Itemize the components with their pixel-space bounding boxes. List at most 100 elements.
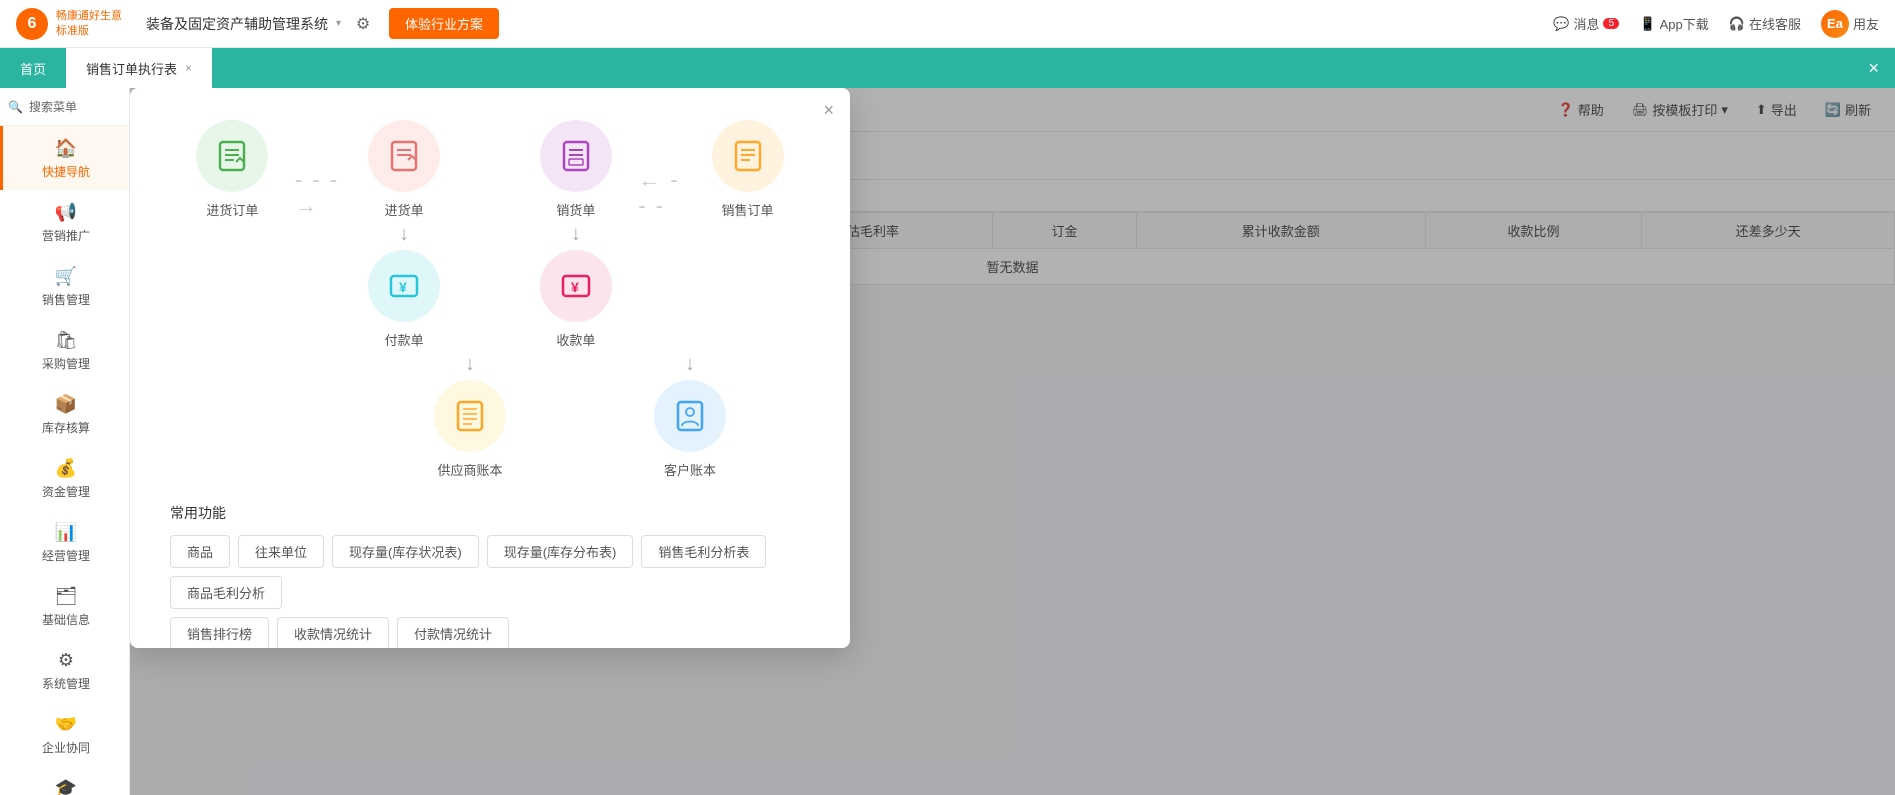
tab-sales-order-exec[interactable]: 销售订单执行表 × [66, 48, 212, 88]
message-button[interactable]: 💬 消息 5 [1553, 14, 1619, 33]
message-icon: 💬 [1553, 16, 1569, 32]
cf-btn-inventory-status[interactable]: 现存量(库存状况表) [332, 535, 479, 568]
system-icon: ⚙ [58, 650, 74, 671]
user-area[interactable]: Ea 用友 [1821, 10, 1879, 38]
sidebar-item-basic-info[interactable]: 🗂 基础信息 [0, 574, 129, 638]
app-icon: 📱 [1639, 16, 1655, 32]
marketing-icon: 📢 [55, 202, 77, 223]
common-functions-buttons: 商品 往来单位 现存量(库存状况表) 现存量(库存分布表) 销售毛利分析表 商品… [170, 535, 810, 609]
app-download-label: App下载 [1660, 14, 1709, 33]
modal-box: × 进货订单 [130, 88, 850, 648]
tab-bar: 首页 销售订单执行表 × × [0, 48, 1895, 88]
system-dropdown-arrow[interactable]: ▾ [336, 18, 341, 29]
logo-area: 6 畅康通好生意 标准版 [16, 8, 146, 40]
sidebar: 🔍 搜索菜单 🏠 快捷导航 📢 营销推广 🛒 销售管理 🛍 采购管理 📦 库存核… [0, 88, 130, 795]
sidebar-item-operations[interactable]: 📊 经营管理 [0, 510, 129, 574]
sales-icon: 🛒 [55, 266, 77, 287]
logo-icon: 6 [16, 8, 48, 40]
sidebar-item-inventory[interactable]: 📦 库存核算 [0, 382, 129, 446]
cf-btn-inventory-dist[interactable]: 现存量(库存分布表) [487, 535, 634, 568]
workflow-payment-slip[interactable]: ¥ 付款单 [368, 250, 440, 349]
workflow-supplier-ledger[interactable]: 供应商账本 [434, 380, 506, 479]
sidebar-item-purchase[interactable]: 🛍 采购管理 [0, 318, 129, 382]
finance-icon: 💰 [55, 458, 77, 479]
sidebar-item-inventory-label: 库存核算 [42, 419, 90, 436]
tab-home-label: 首页 [20, 59, 46, 78]
cf-btn-goods-profit-analysis[interactable]: 商品毛利分析 [170, 576, 282, 609]
workflow-purchase-bill[interactable]: 进货单 [368, 120, 440, 219]
common-functions-section: 常用功能 商品 往来单位 现存量(库存状况表) 现存量(库存分布表) 销售毛利分… [130, 503, 850, 648]
cf-btn-sales-profit-analysis[interactable]: 销售毛利分析表 [641, 535, 766, 568]
service-icon: 🎧 [1729, 16, 1745, 32]
svg-text:¥: ¥ [571, 279, 579, 295]
common-functions-title: 常用功能 [170, 503, 810, 523]
main-layout: 🔍 搜索菜单 🏠 快捷导航 📢 营销推广 🛒 销售管理 🛍 采购管理 📦 库存核… [0, 88, 1895, 795]
cf-btn-sales-ranking[interactable]: 销售排行榜 [170, 617, 269, 648]
sales-order-icon [712, 120, 784, 192]
app-download-button[interactable]: 📱 App下载 [1639, 14, 1708, 33]
sales-bill-icon [540, 120, 612, 192]
purchase-icon: 🛍 [55, 330, 78, 351]
payment-slip-label: 付款单 [385, 330, 424, 349]
top-header: 6 畅康通好生意 标准版 装备及固定资产辅助管理系统 ▾ ⚙ 体验行业方案 💬 … [0, 0, 1895, 48]
sidebar-item-basic-info-label: 基础信息 [42, 611, 90, 628]
workflow-customer-ledger[interactable]: 客户账本 [654, 380, 726, 479]
tab-sales-order-exec-label: 销售订单执行表 [86, 59, 177, 78]
modal-close-button[interactable]: × [823, 100, 834, 121]
system-title: 装备及固定资产辅助管理系统 ▾ [146, 14, 341, 34]
message-label: 消息 [1573, 14, 1599, 33]
search-icon: 🔍 [8, 100, 23, 114]
system-title-text: 装备及固定资产辅助管理系统 [146, 14, 328, 34]
sidebar-item-quick-nav-label: 快捷导航 [42, 163, 90, 180]
sales-order-label: 销售订单 [722, 200, 774, 219]
experience-button[interactable]: 体验行业方案 [389, 8, 499, 39]
online-service-button[interactable]: 🎧 在线客服 [1729, 14, 1801, 33]
inventory-icon: 📦 [55, 394, 77, 415]
customer-ledger-icon [654, 380, 726, 452]
cf-btn-counterparty[interactable]: 往来单位 [238, 535, 324, 568]
online-service-label: 在线客服 [1749, 14, 1801, 33]
supplier-ledger-icon [434, 380, 506, 452]
header-right: 💬 消息 5 📱 App下载 🎧 在线客服 Ea 用友 [1553, 10, 1879, 38]
supplier-ledger-label: 供应商账本 [437, 460, 502, 479]
workflow-section: 进货订单 - - - → [130, 88, 850, 503]
message-badge: 5 [1603, 18, 1619, 29]
sidebar-item-quick-nav[interactable]: 🏠 快捷导航 [0, 126, 129, 190]
sidebar-item-newbie[interactable]: 🎓 新手引导 [0, 766, 129, 795]
cf-btn-goods[interactable]: 商品 [170, 535, 230, 568]
gear-button[interactable]: ⚙ [349, 10, 377, 38]
workflow-purchase-order[interactable]: 进货订单 [196, 120, 268, 219]
purchase-bill-icon [368, 120, 440, 192]
sidebar-item-sales[interactable]: 🛒 销售管理 [0, 254, 129, 318]
quick-nav-icon: 🏠 [55, 138, 77, 159]
workflow-sales-bill[interactable]: 销货单 [540, 120, 612, 219]
sidebar-item-marketing[interactable]: 📢 营销推广 [0, 190, 129, 254]
sidebar-search[interactable]: 🔍 搜索菜单 [0, 88, 129, 126]
tab-bar-close-all[interactable]: × [1868, 58, 1895, 79]
purchase-order-icon [196, 120, 268, 192]
sidebar-item-sales-label: 销售管理 [42, 291, 90, 308]
user-label: 用友 [1853, 14, 1879, 33]
workflow-sales-order[interactable]: 销售订单 [712, 120, 784, 219]
operations-icon: 📊 [55, 522, 77, 543]
tab-sales-order-exec-close[interactable]: × [185, 61, 192, 75]
basic-info-icon: 🗂 [55, 586, 78, 607]
tab-home[interactable]: 首页 [0, 48, 66, 88]
sidebar-item-finance-label: 资金管理 [42, 483, 90, 500]
sidebar-item-system-label: 系统管理 [42, 675, 90, 692]
logo-text: 畅康通好生意 标准版 [56, 9, 122, 38]
modal-overlay[interactable]: × 进货订单 [130, 88, 1895, 795]
sidebar-item-enterprise-label: 企业协同 [42, 739, 90, 756]
sidebar-item-system[interactable]: ⚙ 系统管理 [0, 638, 129, 702]
receipt-slip-icon: ¥ [540, 250, 612, 322]
purchase-bill-label: 进货单 [385, 200, 424, 219]
sales-bill-label: 销货单 [556, 200, 595, 219]
workflow-receipt-slip[interactable]: ¥ 收款单 [540, 250, 612, 349]
cf-btn-receipt-stats[interactable]: 收款情况统计 [277, 617, 389, 648]
sidebar-item-marketing-label: 营销推广 [42, 227, 90, 244]
receipt-slip-label: 收款单 [556, 330, 595, 349]
sidebar-item-finance[interactable]: 💰 资金管理 [0, 446, 129, 510]
cf-btn-payment-stats[interactable]: 付款情况统计 [397, 617, 509, 648]
customer-ledger-label: 客户账本 [664, 460, 716, 479]
sidebar-item-enterprise[interactable]: 🤝 企业协同 [0, 702, 129, 766]
